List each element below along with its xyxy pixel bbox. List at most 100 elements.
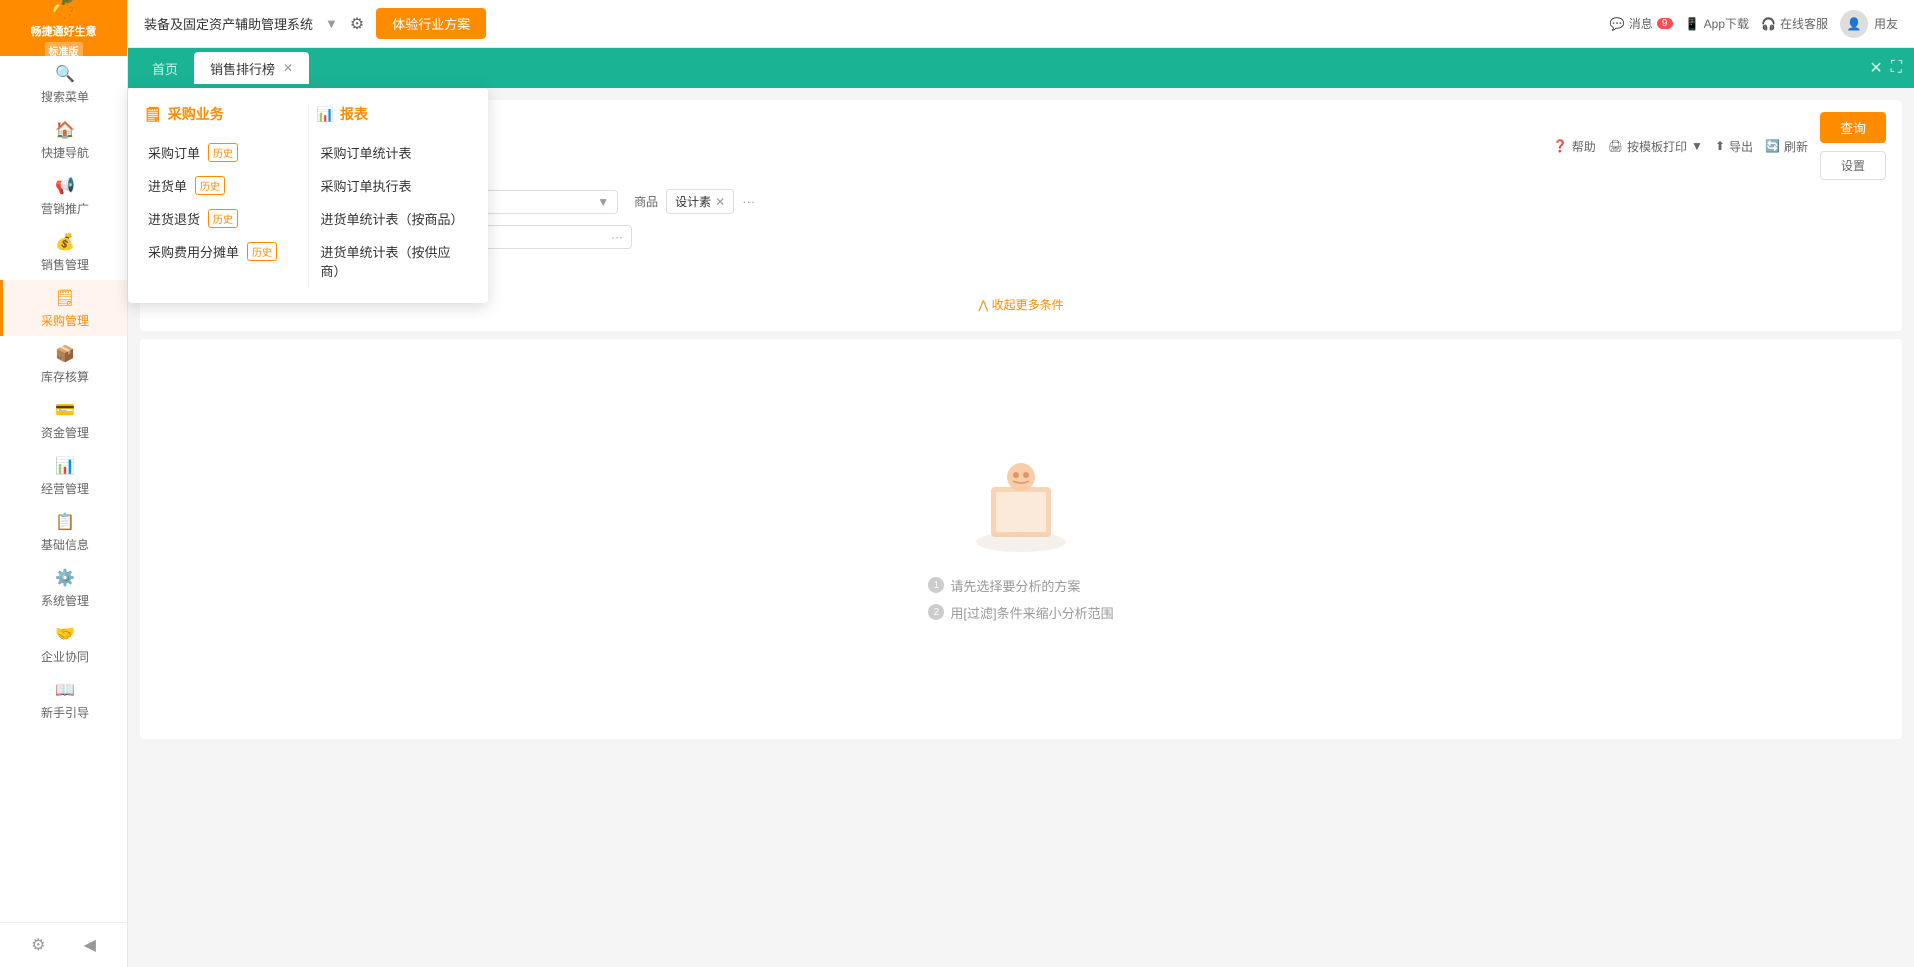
report-section: 📊 报表 采购订单统计表 采购订单执行表 进货单统计表（按商品） 进货单统计表（… bbox=[317, 104, 473, 287]
sidebar-label-guide: 新手引导 bbox=[41, 704, 89, 721]
menu-item-inbound-stats-supplier[interactable]: 进货单统计表（按供应商） bbox=[317, 235, 473, 287]
message-icon: 💬 bbox=[1610, 17, 1625, 31]
sidebar-logo: 🍊 畅捷通好生意 标准版 bbox=[0, 0, 127, 56]
marketing-icon: 📢 bbox=[55, 176, 75, 196]
report-section-icon: 📊 bbox=[317, 106, 334, 123]
sidebar-item-basic-info[interactable]: 📋 基础信息 bbox=[0, 504, 127, 560]
sidebar-label-search: 搜索菜单 bbox=[41, 88, 89, 105]
sidebar-label-sales: 销售管理 bbox=[41, 256, 89, 273]
menu-item-order-stats[interactable]: 采购订单统计表 bbox=[317, 136, 473, 169]
menu-item-purchase-cost[interactable]: 采购费用分摊单 历史 bbox=[144, 235, 300, 268]
sidebar-bottom: ⚙ ◀ bbox=[0, 922, 127, 967]
menu-item-inbound[interactable]: 进货单 历史 bbox=[144, 169, 300, 202]
sidebar-item-marketing[interactable]: 📢 营销推广 bbox=[0, 168, 127, 224]
search-menu-icon: 🔍 bbox=[55, 64, 75, 84]
sidebar-item-purchase[interactable]: 🗒 采购管理 bbox=[0, 280, 127, 336]
tab-home[interactable]: 首页 bbox=[136, 52, 194, 84]
purchase-icon: 🗒 bbox=[55, 288, 75, 308]
sidebar-item-quick-nav[interactable]: 🏠 快捷导航 bbox=[0, 112, 127, 168]
home-icon: 🏠 bbox=[55, 120, 75, 140]
sidebar-item-cooperation[interactable]: 🤝 企业协同 bbox=[0, 616, 127, 672]
system-icon: ⚙️ bbox=[55, 568, 75, 588]
menu-label-inbound-stats-supplier: 进货单统计表（按供应商） bbox=[321, 242, 469, 280]
topbar: 装备及固定资产辅助管理系统 ▼ ⚙ 体验行业方案 💬 消息 9 📱 App下载 … bbox=[128, 0, 1914, 48]
menu-label-return: 进货退货 bbox=[148, 209, 200, 228]
purchase-section: 🗒 采购业务 采购订单 历史 进货单 历史 进货退货 历史 采购费用分摊单 历史 bbox=[144, 104, 300, 287]
app-download-action[interactable]: 📱 App下载 bbox=[1685, 15, 1749, 32]
dropdown-menu: 🗒 采购业务 采购订单 历史 进货单 历史 进货退货 历史 采购费用分摊单 历史 bbox=[128, 88, 488, 303]
tab-maximize-btn[interactable]: ⛶ bbox=[1887, 55, 1906, 81]
messages-badge: 9 bbox=[1657, 18, 1673, 29]
sidebar-item-system[interactable]: ⚙️ 系统管理 bbox=[0, 560, 127, 616]
menu-divider bbox=[308, 104, 309, 287]
logo-name: 畅捷通好生意 bbox=[31, 25, 97, 40]
basic-info-icon: 📋 bbox=[55, 512, 75, 532]
menu-label-order-stats: 采购订单统计表 bbox=[321, 143, 412, 162]
menu-label-purchase-order: 采购订单 bbox=[148, 143, 200, 162]
guide-icon: 📖 bbox=[55, 680, 75, 700]
purchase-cost-history-badge[interactable]: 历史 bbox=[247, 242, 277, 261]
logo-icon: 🍊 bbox=[50, 0, 77, 23]
dropdown-arrow-icon[interactable]: ▼ bbox=[325, 16, 338, 31]
system-title: 装备及固定资产辅助管理系统 bbox=[144, 14, 313, 33]
online-service-label: 在线客服 bbox=[1780, 15, 1828, 32]
capital-icon: 💳 bbox=[55, 400, 75, 420]
sidebar-item-inventory[interactable]: 📦 库存核算 bbox=[0, 336, 127, 392]
purchase-section-label: 采购业务 bbox=[168, 104, 224, 124]
purchase-section-title: 🗒 采购业务 bbox=[144, 104, 300, 124]
menu-label-inbound: 进货单 bbox=[148, 176, 187, 195]
report-section-label: 报表 bbox=[340, 104, 368, 124]
user-action[interactable]: 👤 用友 bbox=[1840, 10, 1898, 38]
sidebar-label-basic-info: 基础信息 bbox=[41, 536, 89, 553]
cooperation-icon: 🤝 bbox=[55, 624, 75, 644]
sales-icon: 💰 bbox=[55, 232, 75, 252]
headset-icon: 🎧 bbox=[1761, 17, 1776, 31]
sidebar-item-capital[interactable]: 💳 资金管理 bbox=[0, 392, 127, 448]
sidebar-label-system: 系统管理 bbox=[41, 592, 89, 609]
sidebar-item-search[interactable]: 🔍 搜索菜单 bbox=[0, 56, 127, 112]
sidebar-label-quick-nav: 快捷导航 bbox=[41, 144, 89, 161]
menu-item-purchase-order[interactable]: 采购订单 历史 bbox=[144, 136, 300, 169]
phone-icon: 📱 bbox=[1685, 17, 1700, 31]
return-history-badge[interactable]: 历史 bbox=[208, 209, 238, 228]
purchase-order-history-badge[interactable]: 历史 bbox=[208, 143, 238, 162]
sidebar-item-sales[interactable]: 💰 销售管理 bbox=[0, 224, 127, 280]
purchase-section-icon: 🗒 bbox=[144, 106, 162, 123]
sidebar: 🍊 畅捷通好生意 标准版 🔍 搜索菜单 🏠 快捷导航 📢 营销推广 💰 销售管理… bbox=[0, 0, 128, 967]
sidebar-label-marketing: 营销推广 bbox=[41, 200, 89, 217]
avatar: 👤 bbox=[1840, 10, 1868, 38]
messages-label: 消息 bbox=[1629, 15, 1653, 32]
tabbar: 首页 销售排行榜 ✕ ✕ ⛶ bbox=[128, 48, 1914, 88]
sidebar-settings-btn[interactable]: ⚙ bbox=[31, 935, 45, 955]
menu-label-order-exec: 采购订单执行表 bbox=[321, 176, 412, 195]
sidebar-label-purchase: 采购管理 bbox=[41, 312, 89, 329]
inbound-history-badge[interactable]: 历史 bbox=[195, 176, 225, 195]
menu-item-order-exec[interactable]: 采购订单执行表 bbox=[317, 169, 473, 202]
app-download-label: App下载 bbox=[1704, 15, 1749, 32]
tab-close-all-btn[interactable]: ✕ bbox=[1865, 54, 1886, 82]
user-name: 用友 bbox=[1874, 15, 1898, 32]
tab-close-icon[interactable]: ✕ bbox=[283, 61, 293, 75]
inventory-icon: 📦 bbox=[55, 344, 75, 364]
tab-sales-ranking-label: 销售排行榜 bbox=[210, 59, 275, 78]
menu-label-purchase-cost: 采购费用分摊单 bbox=[148, 242, 239, 261]
sidebar-label-inventory: 库存核算 bbox=[41, 368, 89, 385]
sidebar-label-operations: 经营管理 bbox=[41, 480, 89, 497]
dropdown-overlay: 🗒 采购业务 采购订单 历史 进货单 历史 进货退货 历史 采购费用分摊单 历史 bbox=[128, 88, 1914, 967]
sidebar-item-guide[interactable]: 📖 新手引导 bbox=[0, 672, 127, 728]
menu-item-inbound-stats-goods[interactable]: 进货单统计表（按商品） bbox=[317, 202, 473, 235]
tab-sales-ranking[interactable]: 销售排行榜 ✕ bbox=[194, 52, 309, 84]
sidebar-label-capital: 资金管理 bbox=[41, 424, 89, 441]
industry-btn[interactable]: 体验行业方案 bbox=[376, 8, 486, 39]
menu-label-inbound-stats-goods: 进货单统计表（按商品） bbox=[321, 209, 464, 228]
menu-item-return[interactable]: 进货退货 历史 bbox=[144, 202, 300, 235]
online-service-action[interactable]: 🎧 在线客服 bbox=[1761, 15, 1828, 32]
operations-icon: 📊 bbox=[55, 456, 75, 476]
sidebar-item-operations[interactable]: 📊 经营管理 bbox=[0, 448, 127, 504]
tab-home-label: 首页 bbox=[152, 59, 178, 78]
sidebar-label-cooperation: 企业协同 bbox=[41, 648, 89, 665]
messages-action[interactable]: 💬 消息 9 bbox=[1610, 15, 1673, 32]
report-section-title: 📊 报表 bbox=[317, 104, 473, 124]
sidebar-collapse-btn[interactable]: ◀ bbox=[84, 935, 96, 955]
settings-icon[interactable]: ⚙ bbox=[350, 14, 364, 34]
